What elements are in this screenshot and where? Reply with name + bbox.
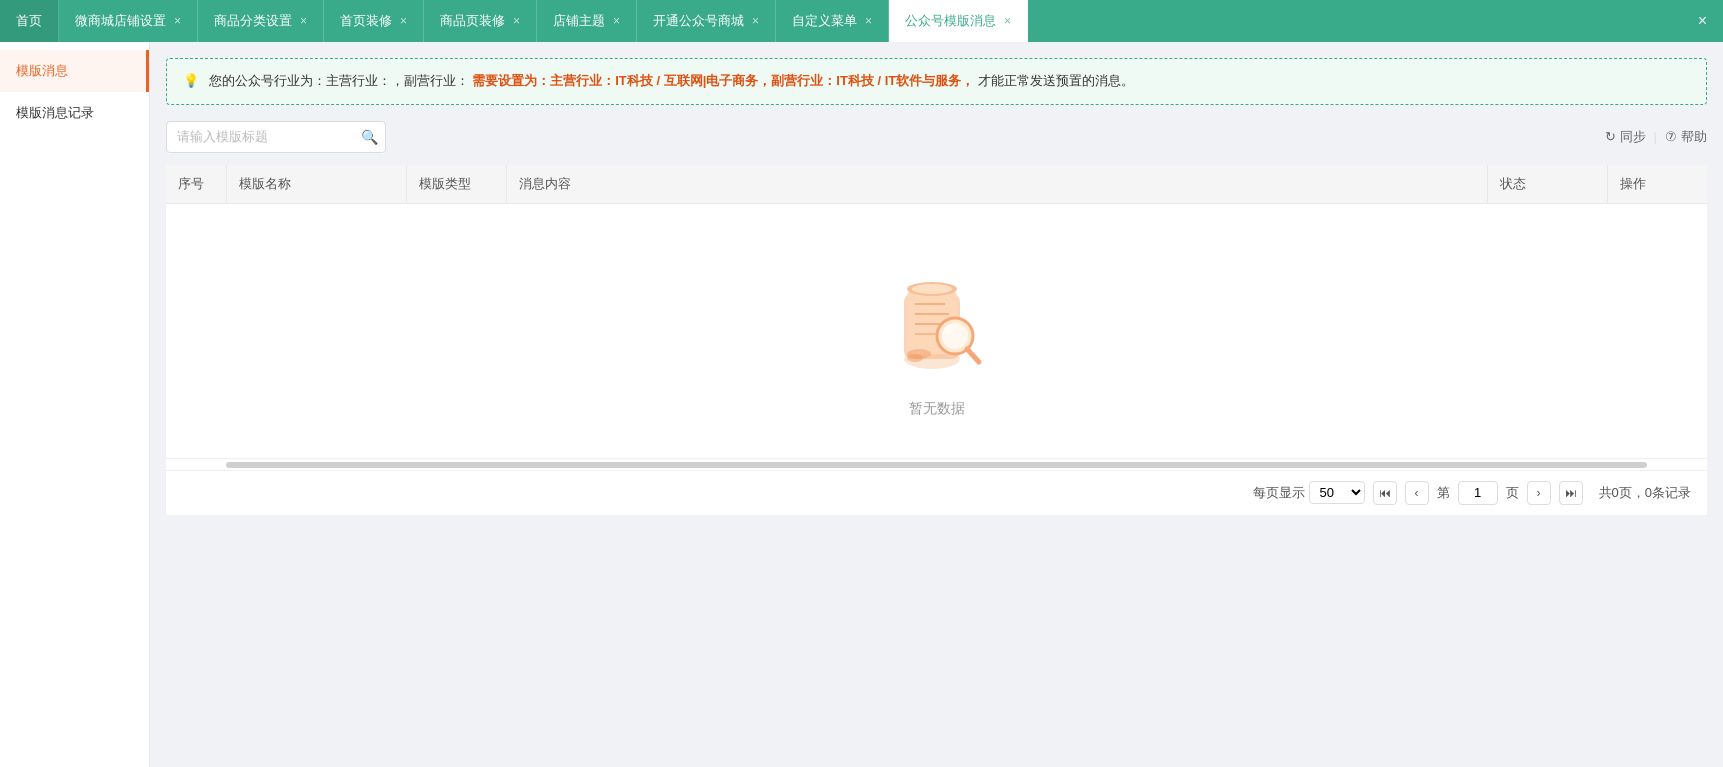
col-status: 状态 xyxy=(1487,165,1607,204)
main-layout: 模版消息 模版消息记录 💡 您的公众号行业为：主营行业：，副营行业： 需要设置为… xyxy=(0,42,1723,767)
pagination-bar: 每页显示 50 20 100 ⏮ ‹ 第 页 › ⏭ 共0页，0条记录 xyxy=(166,470,1707,515)
empty-text: 暂无数据 xyxy=(909,400,965,418)
tab-home-decor[interactable]: 首页装修 × xyxy=(324,0,424,42)
close-all-tabs[interactable]: × xyxy=(1682,0,1723,42)
close-tab-custom-menu[interactable]: × xyxy=(865,14,872,28)
close-tab-store-theme[interactable]: × xyxy=(613,14,620,28)
col-index: 序号 xyxy=(166,165,226,204)
page-total: 共0页，0条记录 xyxy=(1599,484,1691,502)
svg-point-12 xyxy=(945,326,953,334)
prev-page-button[interactable]: ‹ xyxy=(1405,481,1429,505)
tab-store-theme[interactable]: 店铺主题 × xyxy=(537,0,637,42)
tab-category-settings[interactable]: 商品分类设置 × xyxy=(198,0,324,42)
tab-bar: 首页 微商城店铺设置 × 商品分类设置 × 首页装修 × 商品页装修 × 店铺主… xyxy=(0,0,1723,42)
col-type: 模版类型 xyxy=(406,165,506,204)
content-area: 💡 您的公众号行业为：主营行业：，副营行业： 需要设置为：主营行业：IT科技 /… xyxy=(150,42,1723,767)
sync-button[interactable]: ↻ 同步 xyxy=(1605,128,1646,146)
close-tab-category-settings[interactable]: × xyxy=(300,14,307,28)
search-bar: 🔍 ↻ 同步 | ⑦ 帮助 xyxy=(166,121,1707,153)
first-page-button[interactable]: ⏮ xyxy=(1373,481,1397,505)
svg-point-14 xyxy=(907,354,923,362)
close-tab-open-mall[interactable]: × xyxy=(752,14,759,28)
page-size-dropdown[interactable]: 50 20 100 xyxy=(1309,481,1365,504)
notice-icon: 💡 xyxy=(183,73,199,88)
svg-point-10 xyxy=(942,323,968,349)
data-table-wrapper: 序号 模版名称 模版类型 消息内容 状态 xyxy=(166,165,1707,515)
sync-icon: ↻ xyxy=(1605,129,1616,144)
tab-open-mall[interactable]: 开通公众号商城 × xyxy=(637,0,776,42)
close-tab-product-decor[interactable]: × xyxy=(513,14,520,28)
tab-shop-settings[interactable]: 微商城店铺设置 × xyxy=(59,0,198,42)
notice-text-prefix: 您的公众号行业为：主营行业：，副营行业： xyxy=(209,73,469,88)
close-tab-home-decor[interactable]: × xyxy=(400,14,407,28)
empty-state: 暂无数据 xyxy=(166,204,1707,458)
help-button[interactable]: ⑦ 帮助 xyxy=(1665,128,1707,146)
horizontal-scrollbar[interactable] xyxy=(166,458,1707,470)
last-page-button[interactable]: ⏭ xyxy=(1559,481,1583,505)
search-input[interactable] xyxy=(166,121,386,153)
notice-highlight: 需要设置为：主营行业：IT科技 / 互联网|电子商务，副营行业：IT科技 / I… xyxy=(472,73,974,88)
empty-state-row: 暂无数据 xyxy=(166,203,1707,458)
divider: | xyxy=(1654,129,1657,144)
tab-template-msg[interactable]: 公众号模版消息 × xyxy=(889,0,1028,42)
tab-product-decor[interactable]: 商品页装修 × xyxy=(424,0,537,42)
next-page-button[interactable]: › xyxy=(1527,481,1551,505)
search-icon[interactable]: 🔍 xyxy=(361,129,378,145)
sidebar-item-template-msg[interactable]: 模版消息 xyxy=(0,50,149,92)
page-number-input[interactable] xyxy=(1458,481,1498,505)
sidebar: 模版消息 模版消息记录 xyxy=(0,42,150,767)
tab-custom-menu[interactable]: 自定义菜单 × xyxy=(776,0,889,42)
col-content: 消息内容 xyxy=(506,165,1487,204)
notice-banner: 💡 您的公众号行业为：主营行业：，副营行业： 需要设置为：主营行业：IT科技 /… xyxy=(166,58,1707,105)
page-size-select: 每页显示 50 20 100 xyxy=(1253,481,1365,504)
data-table: 序号 模版名称 模版类型 消息内容 状态 xyxy=(166,165,1707,458)
close-tab-template-msg[interactable]: × xyxy=(1004,14,1011,28)
scrollbar-track xyxy=(226,462,1647,468)
empty-illustration xyxy=(877,264,997,384)
col-name: 模版名称 xyxy=(226,165,406,204)
sidebar-item-template-msg-log[interactable]: 模版消息记录 xyxy=(0,92,149,134)
tab-home[interactable]: 首页 xyxy=(0,0,59,42)
table-header-row: 序号 模版名称 模版类型 消息内容 状态 xyxy=(166,165,1707,204)
search-actions: ↻ 同步 | ⑦ 帮助 xyxy=(1605,128,1707,146)
col-action: 操作 xyxy=(1607,165,1707,204)
close-tab-shop-settings[interactable]: × xyxy=(174,14,181,28)
svg-point-4 xyxy=(912,284,952,294)
search-input-wrap: 🔍 xyxy=(166,121,386,153)
svg-line-11 xyxy=(967,349,979,362)
notice-text-suffix: 才能正常发送预置的消息。 xyxy=(978,73,1134,88)
help-icon: ⑦ xyxy=(1665,129,1677,144)
